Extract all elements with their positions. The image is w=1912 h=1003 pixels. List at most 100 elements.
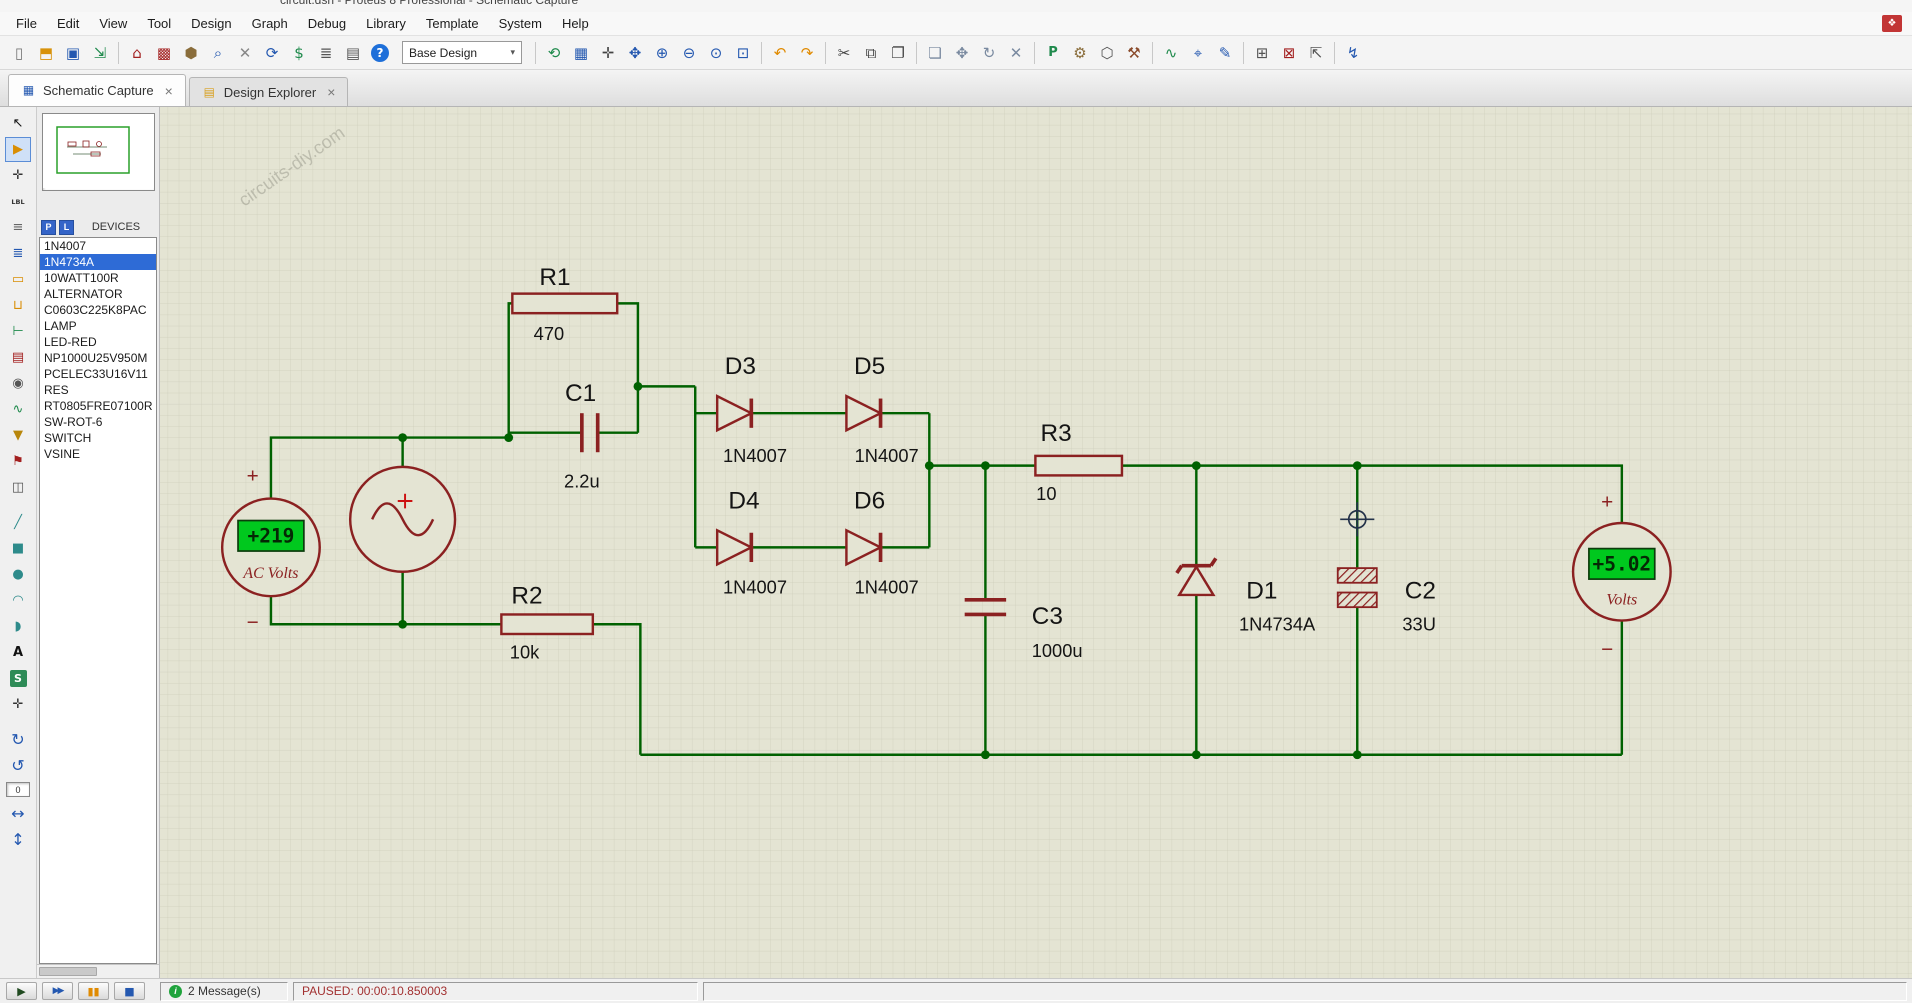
menu-view[interactable]: View [89,12,137,35]
rotate-cw-button[interactable]: ↻ [5,727,31,752]
tab-schematic-capture[interactable]: ▦ Schematic Capture × [8,74,186,106]
menu-system[interactable]: System [489,12,552,35]
generator-mode-button[interactable]: ∿ [5,397,31,422]
symbol-2d-button[interactable]: S [9,670,27,687]
step-button[interactable]: ▶▶ [42,982,73,1000]
device-item[interactable]: LED-RED [40,334,156,350]
menu-template[interactable]: Template [416,12,489,35]
paste-button[interactable]: ❐ [885,40,911,66]
junction-dot-mode-button[interactable]: ✛ [5,163,31,188]
make-device-button[interactable]: ⚙ [1067,40,1093,66]
menu-design[interactable]: Design [181,12,241,35]
tape-recorder-mode-button[interactable]: ◉ [5,371,31,396]
refresh-button[interactable]: ⟳ [259,40,285,66]
arc-2d-button[interactable]: ◠ [5,588,31,613]
save-design-button[interactable]: ▣ [60,40,86,66]
open-design-button[interactable]: ⬒ [33,40,59,66]
device-pins-mode-button[interactable]: ⊢ [5,319,31,344]
search-tag-button[interactable]: ⌖ [1185,40,1211,66]
voltage-probe-mode-button[interactable]: ▼ [5,423,31,448]
stop-button[interactable]: ■ [114,982,145,1000]
pick-parts-button[interactable]: P [41,219,56,235]
device-item[interactable]: 10WATT100R [40,270,156,286]
devices-hscrollbar[interactable] [37,964,159,978]
design-explorer-button[interactable]: ⌕ [205,40,231,66]
origin-button[interactable]: ✛ [595,40,621,66]
new-design-button[interactable]: ▯ [6,40,32,66]
scrollbar-thumb[interactable] [39,967,97,976]
box-2d-button[interactable]: ■ [5,536,31,561]
device-item[interactable]: SWITCH [40,430,156,446]
block-move-button[interactable]: ✥ [949,40,975,66]
property-assignment-button[interactable]: ✎ [1212,40,1238,66]
menu-tool[interactable]: Tool [137,12,181,35]
subcircuit-mode-button[interactable]: ▭ [5,267,31,292]
root-sheet-button[interactable]: ⌂ [124,40,150,66]
redraw-display-button[interactable]: ⟲ [541,40,567,66]
message-counter[interactable]: i 2 Message(s) [160,981,288,1001]
device-item[interactable]: C0603C225K8PAC [40,302,156,318]
component-vsine[interactable] [348,465,457,573]
selection-mode-button[interactable]: ↖ [5,111,31,136]
mirror-horizontal-button[interactable]: ↔ [5,801,31,826]
close-icon[interactable]: × [327,84,335,100]
remove-sheet-button[interactable]: ⊠ [1276,40,1302,66]
close-project-button[interactable]: ✕ [232,40,258,66]
zoom-all-button[interactable]: ⊙ [703,40,729,66]
menu-edit[interactable]: Edit [47,12,89,35]
redo-button[interactable]: ↷ [794,40,820,66]
pan-center-button[interactable]: ✥ [622,40,648,66]
device-item[interactable]: RES [40,382,156,398]
new-sheet-button[interactable]: ⊞ [1249,40,1275,66]
marker-2d-button[interactable]: ✛ [5,692,31,717]
wire-label-mode-button[interactable]: LBL [5,189,31,214]
pause-button[interactable]: ▮▮ [78,982,109,1000]
copy-button[interactable]: ⧉ [858,40,884,66]
circle-2d-button[interactable]: ● [5,562,31,587]
help-button[interactable]: ? [371,43,389,62]
terminal-mode-button[interactable]: ⊔ [5,293,31,318]
text-script-mode-button[interactable]: ≡ [5,215,31,240]
bill-of-materials-button[interactable]: $ [286,40,312,66]
design-selector[interactable]: Base Design ▾ [402,41,522,64]
device-item[interactable]: VSINE [40,446,156,462]
device-item[interactable]: LAMP [40,318,156,334]
cut-button[interactable]: ✂ [831,40,857,66]
graph-mode-button[interactable]: ▤ [5,345,31,370]
3d-visualizer-button[interactable]: ⬢ [178,40,204,66]
block-delete-button[interactable]: ✕ [1003,40,1029,66]
schematic-preview[interactable] [42,113,155,191]
device-item[interactable]: NP1000U25V950M [40,350,156,366]
instruments-mode-button[interactable]: ◫ [5,475,31,500]
close-icon[interactable]: × [165,83,173,99]
library-manager-button[interactable]: L [59,219,74,235]
menu-library[interactable]: Library [356,12,416,35]
electrical-report-button[interactable]: ≣ [313,40,339,66]
toggle-grid-button[interactable]: ▦ [568,40,594,66]
erc-check-button[interactable]: ↯ [1340,40,1366,66]
device-item[interactable]: RT0805FRE07100R [40,398,156,414]
device-item[interactable]: 1N4007 [40,238,156,254]
pick-device-button[interactable]: P [1040,40,1066,66]
rotate-ccw-button[interactable]: ↺ [5,753,31,778]
proteus-red-icon[interactable]: ❖ [1882,15,1902,32]
menu-graph[interactable]: Graph [242,12,298,35]
schematic-canvas[interactable]: circuits-diy.com R1 470 C1 2.2u R2 10k D… [160,107,1912,978]
schematic-svg[interactable]: circuits-diy.com R1 470 C1 2.2u R2 10k D… [160,107,1912,978]
block-copy-button[interactable]: ❏ [922,40,948,66]
current-probe-mode-button[interactable]: ⚑ [5,449,31,474]
pcb-layout-button[interactable]: ▩ [151,40,177,66]
component-mode-button[interactable]: ▶ [5,137,31,162]
buses-mode-button[interactable]: ≣ [5,241,31,266]
device-item[interactable]: SW-ROT-6 [40,414,156,430]
device-item-selected[interactable]: 1N4734A [40,254,156,270]
menu-help[interactable]: Help [552,12,599,35]
decompose-button[interactable]: ⚒ [1121,40,1147,66]
tab-design-explorer[interactable]: ▤ Design Explorer × [188,77,349,106]
text-2d-button[interactable]: A [5,640,31,665]
exit-to-parent-button[interactable]: ⇱ [1303,40,1329,66]
menu-debug[interactable]: Debug [298,12,356,35]
packaging-tool-button[interactable]: ⬡ [1094,40,1120,66]
import-design-button[interactable]: ⇲ [87,40,113,66]
undo-button[interactable]: ↶ [767,40,793,66]
